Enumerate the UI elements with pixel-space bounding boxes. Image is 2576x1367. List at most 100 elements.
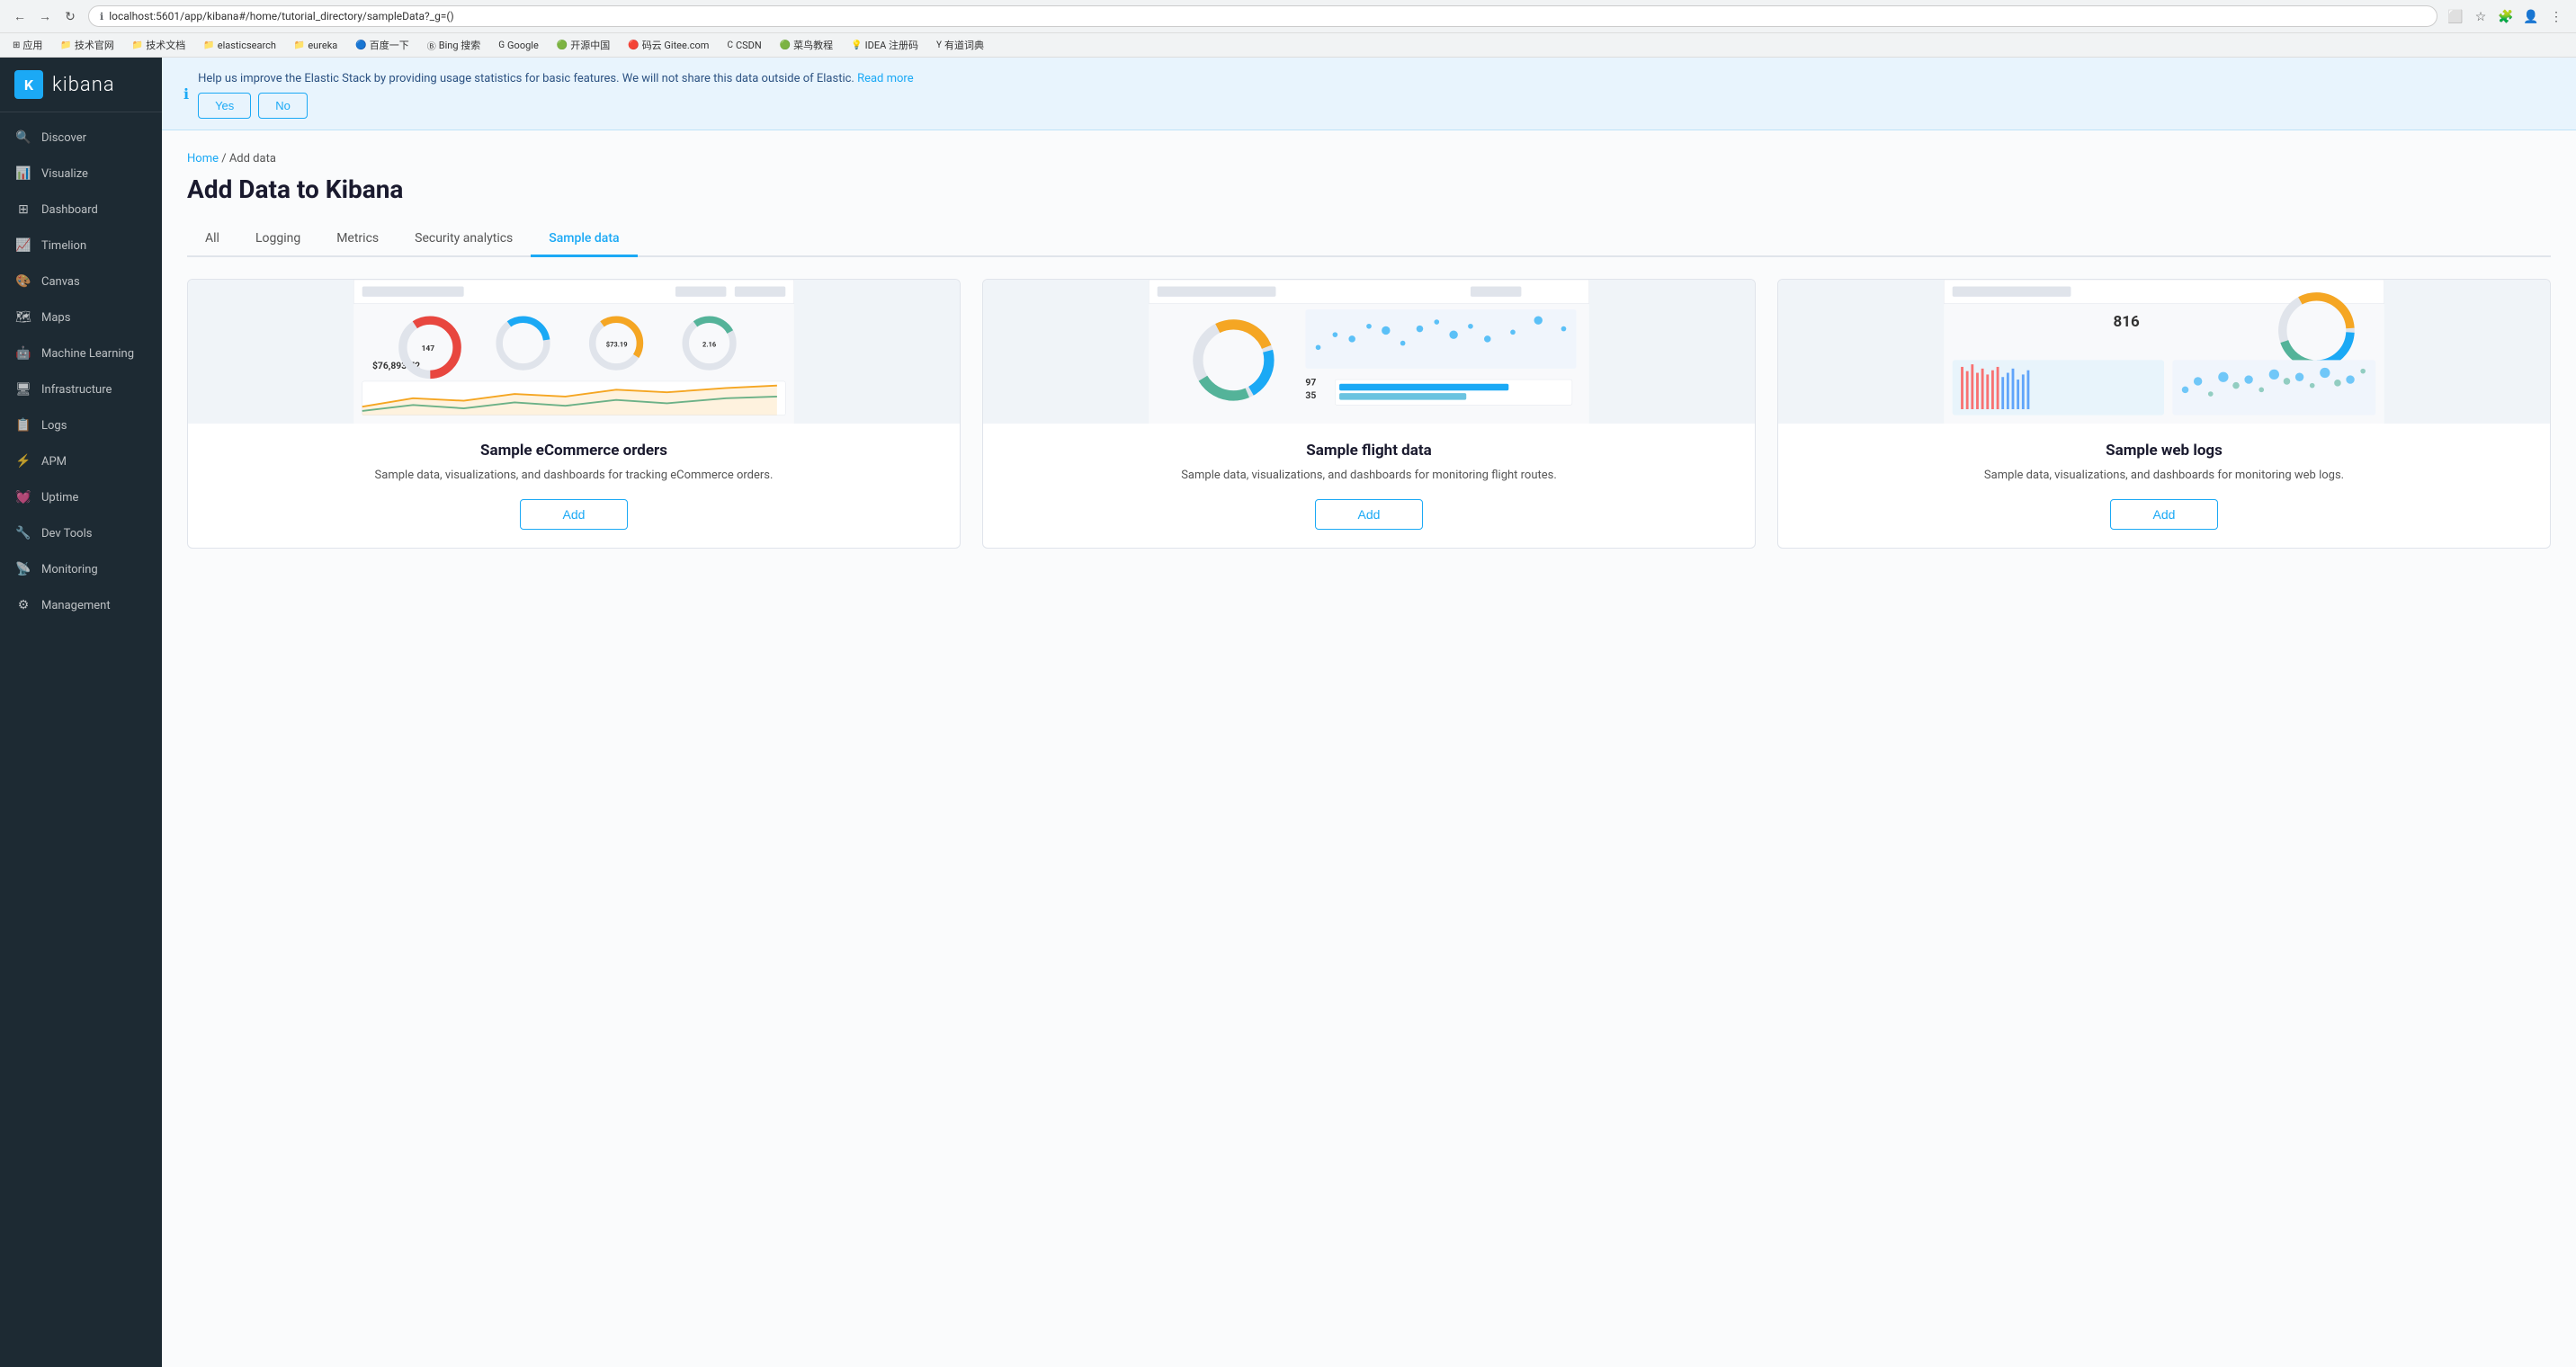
csdn-icon: C: [727, 40, 733, 50]
sidebar-item-uptime[interactable]: 💓 Uptime: [0, 479, 162, 515]
tab-sample-data[interactable]: Sample data: [531, 222, 637, 257]
card-add-button-ecommerce[interactable]: Add: [520, 499, 628, 530]
sidebar-item-label-visualize: Visualize: [41, 167, 88, 181]
bookmark-youdao[interactable]: Y 有道词典: [933, 36, 988, 54]
bookmark-apps[interactable]: ⊞ 应用: [9, 36, 46, 54]
bookmark-runoob[interactable]: 🟢 菜鸟教程: [776, 36, 836, 54]
maps-icon: 🗺: [14, 308, 32, 326]
sidebar-item-label-dashboard: Dashboard: [41, 203, 98, 217]
sidebar-item-discover[interactable]: 🔍 Discover: [0, 120, 162, 156]
card-title-ecommerce: Sample eCommerce orders: [206, 442, 942, 460]
card-flight: 97 35 Sample flight data Sample data, vi…: [982, 279, 1756, 549]
sidebar-item-devtools[interactable]: 🔧 Dev Tools: [0, 515, 162, 551]
card-desc-ecommerce: Sample data, visualizations, and dashboa…: [206, 467, 942, 485]
sidebar-item-infrastructure[interactable]: 🖥 Infrastructure: [0, 371, 162, 407]
card-add-button-weblogs[interactable]: Add: [2110, 499, 2218, 530]
sidebar-item-apm[interactable]: ⚡ APM: [0, 443, 162, 479]
idea-icon: 💡: [851, 40, 862, 50]
notice-read-more-link[interactable]: Read more: [857, 72, 914, 85]
sidebar-item-visualize[interactable]: 📊 Visualize: [0, 156, 162, 192]
sidebar-item-label-discover: Discover: [41, 131, 86, 145]
card-add-button-flight[interactable]: Add: [1315, 499, 1423, 530]
runoob-icon: 🟢: [780, 40, 791, 50]
bookmark-gitee[interactable]: 🔴 码云 Gitee.com: [624, 36, 712, 54]
notice-text: Help us improve the Elastic Stack by pro…: [198, 72, 914, 85]
card-preview-flight: 97 35: [983, 280, 1755, 424]
address-bar[interactable]: ℹ localhost:5601/app/kibana#/home/tutori…: [88, 5, 2437, 27]
tab-logging[interactable]: Logging: [237, 222, 318, 257]
sidebar-item-logs[interactable]: 📋 Logs: [0, 407, 162, 443]
reload-button[interactable]: ↻: [59, 5, 81, 27]
tab-metrics[interactable]: Metrics: [318, 222, 397, 257]
bookmark-csdn[interactable]: C CSDN: [723, 38, 765, 53]
devtools-icon: 🔧: [14, 524, 32, 542]
notice-no-button[interactable]: No: [258, 93, 308, 119]
bookmark-oschina[interactable]: 🟢 开源中国: [553, 36, 613, 54]
sidebar-logo: K kibana: [0, 58, 162, 112]
sidebar-item-timelion[interactable]: 📈 Timelion: [0, 228, 162, 264]
sidebar-item-monitoring[interactable]: 📡 Monitoring: [0, 551, 162, 587]
cards-grid: $76,893.72 147 $73.19: [187, 279, 2551, 549]
management-icon: ⚙: [14, 596, 32, 614]
uptime-icon: 💓: [14, 488, 32, 506]
folder-icon-3: 📁: [203, 40, 214, 50]
sidebar-item-label-infra: Infrastructure: [41, 383, 112, 397]
sidebar-item-maps[interactable]: 🗺 Maps: [0, 299, 162, 335]
sidebar-item-label-logs: Logs: [41, 419, 67, 433]
main-content: ℹ Help us improve the Elastic Stack by p…: [162, 58, 2576, 1367]
sidebar-item-label-apm: APM: [41, 455, 67, 469]
tab-all[interactable]: All: [187, 222, 237, 257]
tabs: All Logging Metrics Security analytics S…: [187, 222, 2551, 257]
sidebar-item-machine-learning[interactable]: 🤖 Machine Learning: [0, 335, 162, 371]
canvas-icon: 🎨: [14, 273, 32, 290]
bookmark-bing[interactable]: Ⓑ Bing 搜索: [424, 36, 485, 54]
bookmark-eureka[interactable]: 📁 eureka: [291, 38, 341, 53]
bookmark-idea[interactable]: 💡 IDEA 注册码: [847, 36, 922, 54]
svg-text:$73.19: $73.19: [606, 340, 628, 348]
card-body-weblogs: Sample web logs Sample data, visualizati…: [1778, 424, 2550, 548]
info-icon: ℹ: [183, 85, 189, 103]
back-button[interactable]: ←: [9, 5, 31, 27]
forward-button[interactable]: →: [34, 5, 56, 27]
extensions-button[interactable]: 🧩: [2495, 5, 2517, 27]
sidebar-item-label-ml: Machine Learning: [41, 347, 134, 361]
card-title-flight: Sample flight data: [1001, 442, 1737, 460]
card-ecommerce: $76,893.72 147 $73.19: [187, 279, 961, 549]
bookmark-techdoc[interactable]: 📁 技术文档: [129, 36, 189, 54]
gitee-icon: 🔴: [628, 40, 639, 50]
breadcrumb-current: Add data: [229, 152, 276, 165]
screenshot-button[interactable]: ⬜: [2445, 5, 2466, 27]
card-preview-ecommerce: $76,893.72 147 $73.19: [188, 280, 960, 424]
sidebar-item-canvas[interactable]: 🎨 Canvas: [0, 264, 162, 299]
bookmark-button[interactable]: ☆: [2470, 5, 2491, 27]
card-desc-flight: Sample data, visualizations, and dashboa…: [1001, 467, 1737, 485]
tab-security-analytics[interactable]: Security analytics: [397, 222, 531, 257]
sidebar-item-label-maps: Maps: [41, 311, 70, 325]
notice-yes-button[interactable]: Yes: [198, 93, 251, 119]
visualize-icon: 📊: [14, 165, 32, 183]
infrastructure-icon: 🖥: [14, 380, 32, 398]
bookmark-elasticsearch[interactable]: 📁 elasticsearch: [200, 38, 280, 53]
logs-icon: 📋: [14, 416, 32, 434]
profile-button[interactable]: 👤: [2520, 5, 2542, 27]
timelion-icon: 📈: [14, 237, 32, 255]
url-text: localhost:5601/app/kibana#/home/tutorial…: [109, 10, 454, 22]
folder-icon: 📁: [60, 40, 71, 50]
card-title-weblogs: Sample web logs: [1796, 442, 2532, 460]
bookmark-baidu[interactable]: 🔵 百度一下: [352, 36, 412, 54]
sidebar-item-label-timelion: Timelion: [41, 239, 86, 253]
browser-chrome: ← → ↻ ℹ localhost:5601/app/kibana#/home/…: [0, 0, 2576, 33]
browser-action-buttons: ⬜ ☆ 🧩 👤 ⋮: [2445, 5, 2567, 27]
sidebar: K kibana 🔍 Discover 📊 Visualize ⊞ Dashbo…: [0, 58, 162, 1367]
breadcrumb-home-link[interactable]: Home: [187, 152, 219, 165]
ml-icon: 🤖: [14, 344, 32, 362]
sidebar-item-dashboard[interactable]: ⊞ Dashboard: [0, 192, 162, 228]
dashboard-icon: ⊞: [14, 201, 32, 219]
card-body-flight: Sample flight data Sample data, visualiz…: [983, 424, 1755, 548]
more-button[interactable]: ⋮: [2545, 5, 2567, 27]
bookmark-techsite[interactable]: 📁 技术官网: [57, 36, 117, 54]
bookmark-google[interactable]: G Google: [495, 38, 542, 53]
kibana-logo-icon: K: [14, 70, 43, 99]
sidebar-item-label-monitoring: Monitoring: [41, 563, 98, 576]
sidebar-item-management[interactable]: ⚙ Management: [0, 587, 162, 623]
